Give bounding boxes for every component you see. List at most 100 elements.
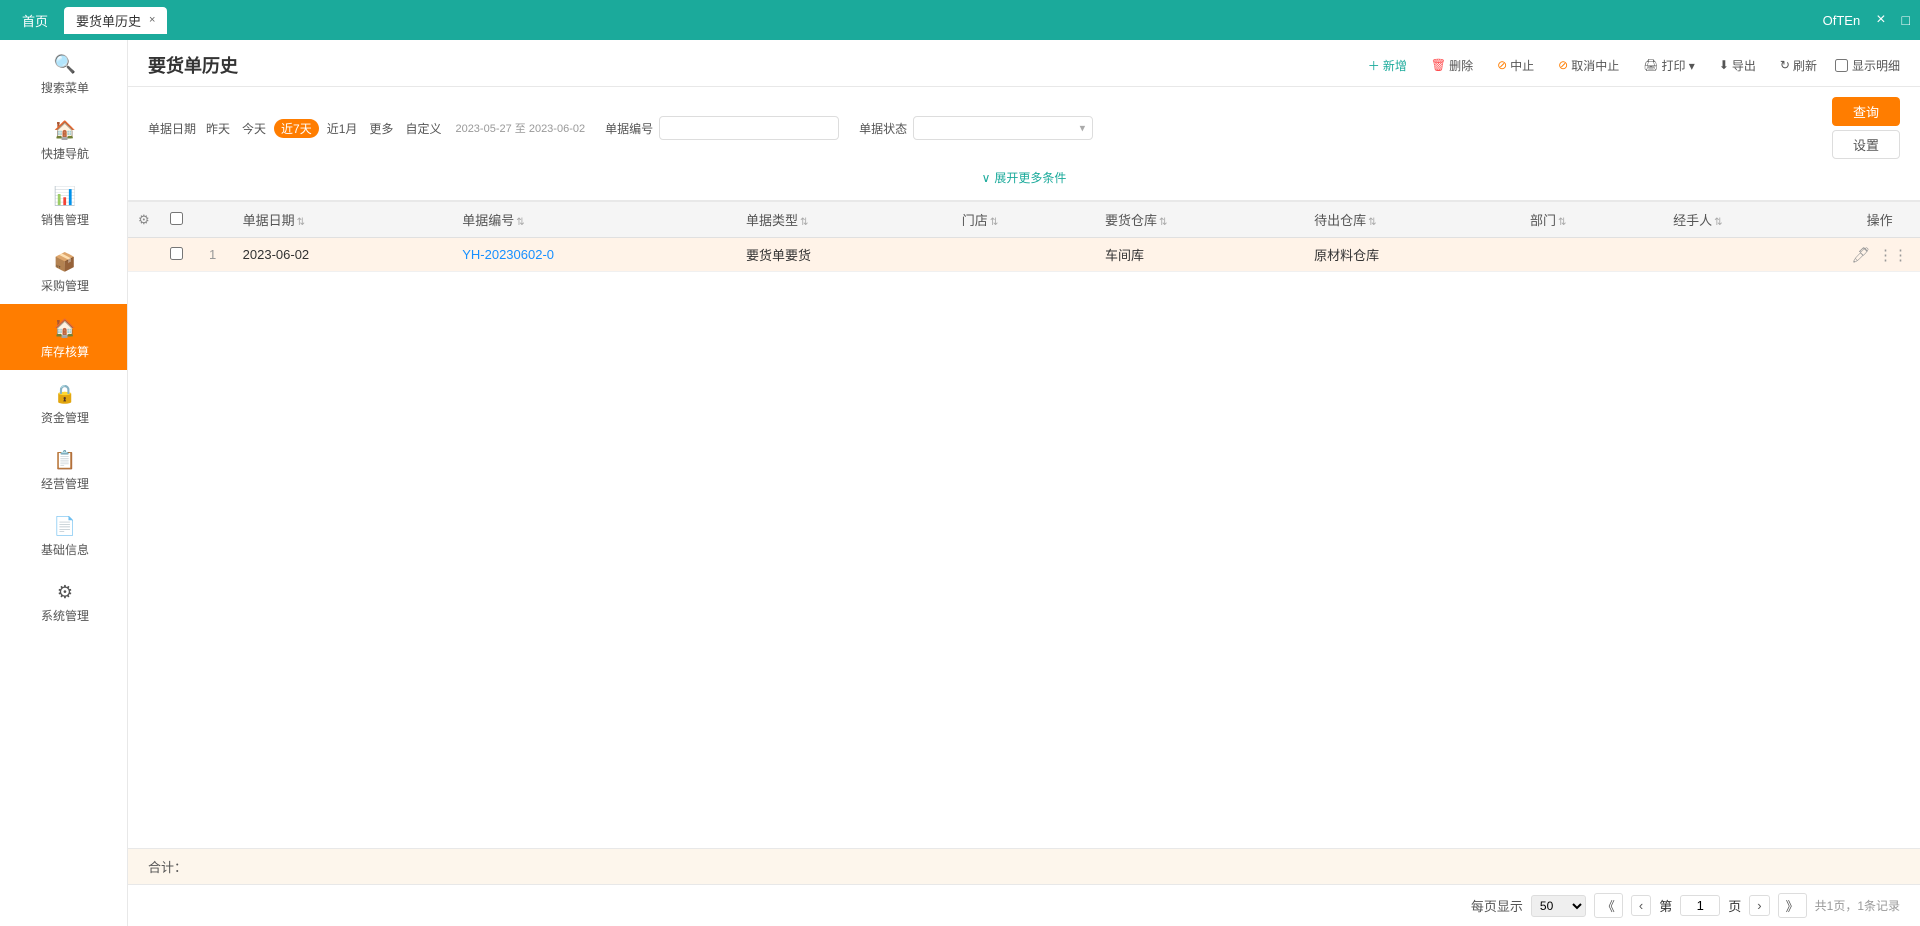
delete-icon: 🗑	[1431, 58, 1446, 72]
doc-no-input[interactable]	[659, 116, 839, 140]
sidebar-item-quick-nav[interactable]: 🏠 快捷导航	[0, 106, 127, 172]
delete-button[interactable]: 🗑 删除	[1425, 54, 1479, 77]
expand-more-btn[interactable]: ∨ 展开更多条件	[974, 165, 1075, 190]
display-detail-label: 显示明细	[1852, 57, 1900, 74]
sidebar-item-finance[interactable]: 🔒 资金管理	[0, 370, 127, 436]
th-pending-wh[interactable]: 待出仓库⇅	[1304, 202, 1520, 238]
date-shortcuts: 昨天 今天 近7天 近1月 更多 自定义	[202, 119, 445, 138]
filter-actions: 查询 设置	[1832, 97, 1900, 159]
content-area: 要货单历史 ＋ 新增 🗑 删除 ⊘ 中止 ⊘ 取消中止	[128, 40, 1920, 926]
shortcut-7days[interactable]: 近7天	[274, 119, 319, 138]
settings-button[interactable]: 设置	[1832, 130, 1900, 159]
sidebar-item-system[interactable]: ⚙ 系统管理	[0, 568, 127, 634]
often-label: OfTEn	[1823, 13, 1861, 28]
last-page-btn[interactable]: 》	[1778, 893, 1807, 918]
shortcut-today[interactable]: 今天	[238, 119, 270, 138]
print-button[interactable]: 🖨 打印 ▾	[1637, 54, 1701, 77]
system-icon: ⚙	[57, 582, 73, 603]
cancel-stop-button[interactable]: ⊘ 取消中止	[1552, 54, 1625, 77]
filter-row: 单据日期 昨天 今天 近7天 近1月 更多 自定义 2023-05-27 至 2…	[148, 97, 1900, 159]
th-store[interactable]: 门店⇅	[952, 202, 1095, 238]
td-req-wh: 车间库	[1095, 238, 1304, 272]
sidebar-item-label: 经营管理	[41, 475, 89, 492]
print-icon: 🖨	[1643, 58, 1658, 72]
td-pending-wh: 原材料仓库	[1304, 238, 1520, 272]
sales-icon: 📊	[54, 186, 76, 207]
tab-home[interactable]: 首页	[10, 7, 60, 34]
row-checkbox[interactable]	[170, 247, 183, 260]
date-filter-group: 单据日期 昨天 今天 近7天 近1月 更多 自定义 2023-05-27 至 2…	[148, 119, 585, 138]
window-close-btn[interactable]: ×	[1876, 11, 1885, 29]
pagination-bar: 每页显示 20 50 100 《 ‹ 第 页 › 》 共1页，1条记录	[128, 884, 1920, 926]
refresh-button[interactable]: ↻ 刷新	[1774, 54, 1823, 77]
td-checkbox[interactable]	[160, 238, 193, 272]
page-size-select[interactable]: 20 50 100	[1531, 895, 1586, 917]
th-req-wh[interactable]: 要货仓库⇅	[1095, 202, 1304, 238]
status-select[interactable]	[913, 116, 1093, 140]
sidebar-item-label: 系统管理	[41, 607, 89, 624]
prev-page-btn[interactable]: ‹	[1631, 895, 1651, 916]
table-header: ⚙ 单据日期⇅ 单据编号⇅ 单据类型⇅	[128, 202, 1920, 238]
sidebar-item-label: 快捷导航	[41, 145, 89, 162]
date-filter-label: 单据日期	[148, 120, 196, 137]
page-number-input[interactable]	[1680, 895, 1720, 916]
sidebar-item-inventory[interactable]: 🏠 库存核算	[0, 304, 127, 370]
td-operations: 🖊 ⋮⋮	[1839, 238, 1920, 272]
td-settings	[128, 238, 160, 272]
shortcut-more[interactable]: 更多	[365, 119, 397, 138]
th-num	[193, 202, 233, 238]
filter-bar: 单据日期 昨天 今天 近7天 近1月 更多 自定义 2023-05-27 至 2…	[128, 87, 1920, 201]
sort-docno-icon: ⇅	[516, 217, 524, 228]
th-date[interactable]: 单据日期⇅	[233, 202, 453, 238]
doc-no-label: 单据编号	[605, 120, 653, 137]
td-num: 1	[193, 238, 233, 272]
sort-reqwh-icon: ⇅	[1159, 217, 1167, 228]
th-handler[interactable]: 经手人⇅	[1663, 202, 1839, 238]
main-layout: 🔍 搜索菜单 🏠 快捷导航 📊 销售管理 📦 采购管理 🏠 库存核算 🔒 资金管…	[0, 40, 1920, 926]
sidebar-item-search-menu[interactable]: 🔍 搜索菜单	[0, 40, 127, 106]
shortcut-yesterday[interactable]: 昨天	[202, 119, 234, 138]
sidebar-item-sales[interactable]: 📊 销售管理	[0, 172, 127, 238]
th-doc-type[interactable]: 单据类型⇅	[736, 202, 952, 238]
sort-store-icon: ⇅	[990, 217, 998, 228]
first-page-btn[interactable]: 《	[1594, 893, 1623, 918]
sidebar-item-purchase[interactable]: 📦 采购管理	[0, 238, 127, 304]
th-dept[interactable]: 部门⇅	[1520, 202, 1663, 238]
export-button[interactable]: ⬇ 导出	[1713, 54, 1762, 77]
display-detail-toggle[interactable]: 显示明细	[1835, 57, 1900, 74]
td-doc-no: YH-20230602-0	[452, 238, 736, 272]
query-button[interactable]: 查询	[1832, 97, 1900, 126]
td-dept	[1520, 238, 1663, 272]
shortcut-custom[interactable]: 自定义	[401, 119, 445, 138]
sidebar-item-label: 资金管理	[41, 409, 89, 426]
tab-close-icon[interactable]: ×	[149, 14, 155, 26]
sort-dept-icon: ⇅	[1558, 217, 1566, 228]
chevron-down-icon: ∨	[982, 171, 991, 185]
shortcut-1month[interactable]: 近1月	[323, 119, 362, 138]
sidebar-item-operations[interactable]: 📋 经营管理	[0, 436, 127, 502]
sidebar-item-basic-info[interactable]: 📄 基础信息	[0, 502, 127, 568]
top-bar-right: OfTEn × □	[1823, 11, 1910, 29]
stop-button[interactable]: ⊘ 中止	[1491, 54, 1540, 77]
new-button[interactable]: ＋ 新增	[1362, 54, 1413, 77]
window-restore-btn[interactable]: □	[1902, 12, 1910, 28]
th-checkbox	[160, 202, 193, 238]
select-all-checkbox[interactable]	[170, 212, 183, 225]
doc-no-link[interactable]: YH-20230602-0	[462, 247, 554, 262]
new-icon: ＋	[1368, 57, 1380, 74]
sidebar-item-label: 基础信息	[41, 541, 89, 558]
th-doc-no[interactable]: 单据编号⇅	[452, 202, 736, 238]
tab-history[interactable]: 要货单历史 ×	[64, 7, 167, 34]
header-actions: ＋ 新增 🗑 删除 ⊘ 中止 ⊘ 取消中止 🖨 打印 ▾	[1362, 54, 1900, 77]
top-bar: 首页 要货单历史 × OfTEn × □	[0, 0, 1920, 40]
row-more-icon[interactable]: ⋮⋮	[1878, 247, 1908, 264]
export-icon: ⬇	[1719, 58, 1729, 72]
status-label: 单据状态	[859, 120, 907, 137]
next-page-btn[interactable]: ›	[1749, 895, 1769, 916]
sidebar-item-label: 采购管理	[41, 277, 89, 294]
page-header: 要货单历史 ＋ 新增 🗑 删除 ⊘ 中止 ⊘ 取消中止	[128, 40, 1920, 87]
th-settings[interactable]: ⚙	[128, 202, 160, 238]
display-detail-checkbox[interactable]	[1835, 59, 1848, 72]
summary-label: 合计：	[148, 860, 187, 875]
row-view-icon[interactable]: 🖊	[1851, 247, 1870, 264]
